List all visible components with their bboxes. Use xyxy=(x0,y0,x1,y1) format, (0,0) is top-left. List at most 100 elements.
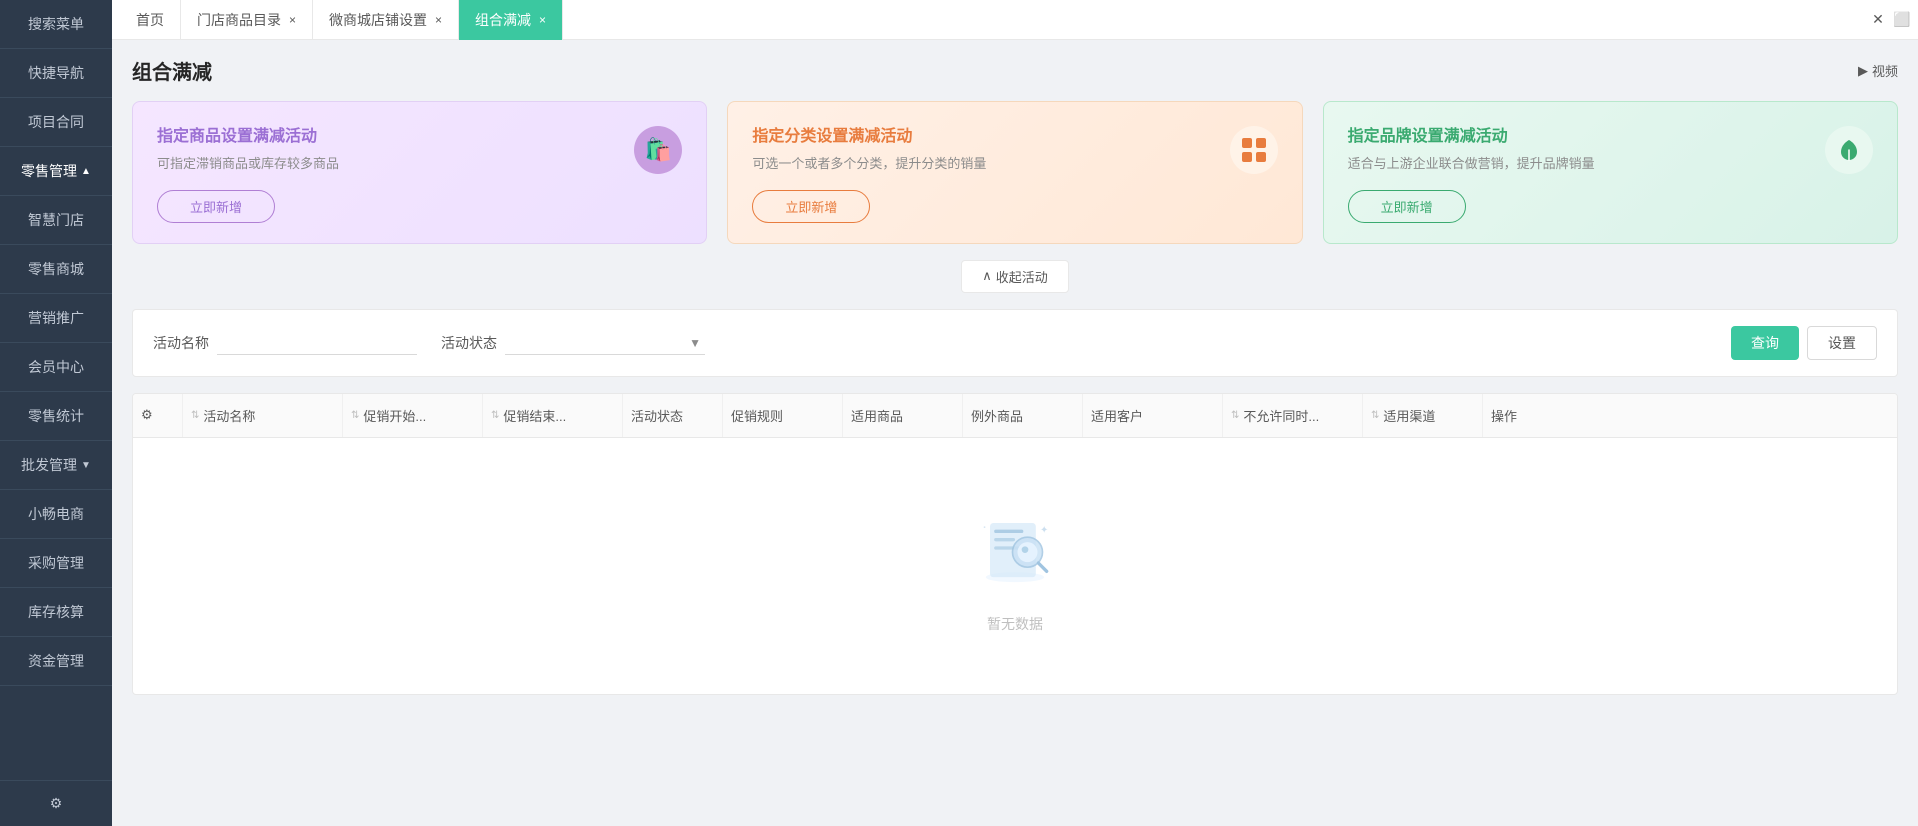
close-button[interactable]: ✕ xyxy=(1870,12,1886,28)
sidebar-item-wholesale-mgmt[interactable]: 批发管理 ▼ xyxy=(0,441,112,490)
th-activity-name-label: 活动名称 xyxy=(203,406,255,425)
th-applicable-customer-label: 适用客户 xyxy=(1091,406,1143,425)
settings-button[interactable]: 设置 xyxy=(1807,326,1877,360)
sidebar-search-label: 搜索菜单 xyxy=(28,16,84,32)
leaf-icon xyxy=(1825,126,1873,174)
empty-state: ✦ • 暂无数据 xyxy=(133,438,1897,694)
product-discount-card: 指定商品设置满减活动 可指定滞销商品或库存较多商品 🛍️ 立即新增 xyxy=(132,101,707,244)
th-excluded-goods-label: 例外商品 xyxy=(971,406,1023,425)
search-bar: 活动名称 活动状态 进行中 已结束 ▼ 查询 设置 xyxy=(132,309,1898,377)
tab-combo-discount-label: 组合满减 xyxy=(475,10,531,30)
th-promo-end: ⇅ 促销结束... xyxy=(483,394,623,437)
th-activity-status-label: 活动状态 xyxy=(631,406,683,425)
video-link[interactable]: ▶ 视频 xyxy=(1858,61,1898,80)
activity-status-label: 活动状态 xyxy=(441,333,497,353)
th-settings[interactable]: ⚙ xyxy=(133,394,183,437)
th-no-concurrent-label: 不允许同时... xyxy=(1243,406,1319,425)
sidebar-item-quick-nav[interactable]: 快捷导航 xyxy=(0,49,112,98)
th-operation-label: 操作 xyxy=(1491,406,1517,425)
tab-home[interactable]: 首页 xyxy=(120,0,181,40)
sidebar-settings-button[interactable]: ⚙ xyxy=(0,780,112,826)
gear-icon: ⚙ xyxy=(141,407,153,423)
shopping-bag-icon: 🛍️ xyxy=(634,126,682,174)
svg-text:✦: ✦ xyxy=(1040,525,1048,536)
tab-product-catalog-label: 门店商品目录 xyxy=(197,10,281,30)
sidebar-item-label: 项目合同 xyxy=(28,112,84,132)
sidebar-item-label: 零售统计 xyxy=(28,406,84,426)
category-discount-desc: 可选一个或者多个分类，提升分类的销量 xyxy=(752,154,1277,174)
sort-icon[interactable]: ⇅ xyxy=(491,410,499,421)
empty-text: 暂无数据 xyxy=(987,614,1043,634)
tab-wechat-shop[interactable]: 微商城店铺设置 × xyxy=(313,0,459,40)
sidebar-item-retail-mgmt[interactable]: 零售管理 ▲ xyxy=(0,147,112,196)
sort-icon[interactable]: ⇅ xyxy=(1231,410,1239,421)
sidebar-item-smart-store[interactable]: 智慧门店 xyxy=(0,196,112,245)
video-label: 视频 xyxy=(1872,61,1898,80)
chevron-down-icon: ▼ xyxy=(81,460,91,471)
sort-icon[interactable]: ⇅ xyxy=(191,410,199,421)
tab-wechat-shop-label: 微商城店铺设置 xyxy=(329,10,427,30)
tab-product-catalog-close[interactable]: × xyxy=(289,13,296,27)
brand-discount-title: 指定品牌设置满减活动 xyxy=(1348,122,1873,146)
activity-status-select-wrapper: 进行中 已结束 ▼ xyxy=(505,330,705,355)
tab-bar-actions: ✕ ⬜ xyxy=(1870,12,1910,28)
sidebar: 搜索菜单 快捷导航 项目合同 零售管理 ▲ 智慧门店 零售商城 营销推广 会员中… xyxy=(0,0,112,826)
th-promo-rule: 促销规则 xyxy=(723,394,843,437)
tab-bar: 首页 门店商品目录 × 微商城店铺设置 × 组合满减 × ✕ ⬜ xyxy=(112,0,1918,40)
activity-name-input[interactable] xyxy=(217,330,417,355)
sidebar-item-inventory[interactable]: 库存核算 xyxy=(0,588,112,637)
sidebar-search[interactable]: 搜索菜单 xyxy=(0,0,112,49)
maximize-button[interactable]: ⬜ xyxy=(1894,12,1910,28)
sidebar-item-member-center[interactable]: 会员中心 xyxy=(0,343,112,392)
sidebar-item-label: 采购管理 xyxy=(28,553,84,573)
sort-icon[interactable]: ⇅ xyxy=(351,410,359,421)
category-discount-card-content: 指定分类设置满减活动 可选一个或者多个分类，提升分类的销量 xyxy=(752,122,1277,190)
chevron-up-icon: ▲ xyxy=(81,166,91,177)
category-icon xyxy=(1230,126,1278,174)
tab-home-label: 首页 xyxy=(136,10,164,30)
th-promo-start-label: 促销开始... xyxy=(363,406,426,425)
search-actions: 查询 设置 xyxy=(1731,326,1877,360)
tab-combo-discount-close[interactable]: × xyxy=(539,13,546,27)
table-container: ⚙ ⇅ 活动名称 ⇅ 促销开始... ⇅ 促销结束... 活动状态 xyxy=(132,393,1898,695)
sidebar-item-label: 营销推广 xyxy=(28,308,84,328)
gear-icon: ⚙ xyxy=(50,795,63,811)
sidebar-item-xiaochang[interactable]: 小畅电商 xyxy=(0,490,112,539)
tab-wechat-shop-close[interactable]: × xyxy=(435,13,442,27)
activity-status-field: 活动状态 进行中 已结束 ▼ xyxy=(441,330,705,355)
sidebar-item-label: 智慧门店 xyxy=(28,210,84,230)
sidebar-item-marketing[interactable]: 营销推广 xyxy=(0,294,112,343)
collapse-button[interactable]: ∧ 收起活动 xyxy=(961,260,1069,293)
category-discount-title: 指定分类设置满减活动 xyxy=(752,122,1277,146)
page-header: 组合满减 ▶ 视频 xyxy=(132,56,1898,85)
sort-icon[interactable]: ⇅ xyxy=(1371,410,1379,421)
sidebar-item-retail-mall[interactable]: 零售商城 xyxy=(0,245,112,294)
sidebar-item-label: 库存核算 xyxy=(28,602,84,622)
query-button[interactable]: 查询 xyxy=(1731,326,1799,360)
main-content: 首页 门店商品目录 × 微商城店铺设置 × 组合满减 × ✕ ⬜ 组合满减 ▶ … xyxy=(112,0,1918,826)
sidebar-item-label: 批发管理 xyxy=(21,455,77,475)
brand-discount-add-button[interactable]: 立即新增 xyxy=(1348,190,1466,223)
collapse-label: 收起活动 xyxy=(996,267,1048,286)
category-discount-add-button[interactable]: 立即新增 xyxy=(752,190,870,223)
brand-discount-card: 指定品牌设置满减活动 适合与上游企业联合做营销，提升品牌销量 立即新增 xyxy=(1323,101,1898,244)
sidebar-item-purchase-mgmt[interactable]: 采购管理 xyxy=(0,539,112,588)
activity-status-select[interactable]: 进行中 已结束 xyxy=(505,330,705,355)
activity-name-field: 活动名称 xyxy=(153,330,417,355)
sidebar-item-finance[interactable]: 资金管理 xyxy=(0,637,112,686)
th-applicable-channel-label: 适用渠道 xyxy=(1383,406,1435,425)
th-operation: 操作 xyxy=(1483,394,1583,437)
sidebar-item-retail-stats[interactable]: 零售统计 xyxy=(0,392,112,441)
th-no-concurrent: ⇅ 不允许同时... xyxy=(1223,394,1363,437)
page-title: 组合满减 xyxy=(132,56,212,85)
product-discount-title: 指定商品设置满减活动 xyxy=(157,122,682,146)
product-discount-add-button[interactable]: 立即新增 xyxy=(157,190,275,223)
tab-combo-discount[interactable]: 组合满减 × xyxy=(459,0,563,40)
sidebar-item-label: 快捷导航 xyxy=(28,63,84,83)
empty-illustration: ✦ • xyxy=(965,498,1065,598)
tab-product-catalog[interactable]: 门店商品目录 × xyxy=(181,0,313,40)
brand-discount-desc: 适合与上游企业联合做营销，提升品牌销量 xyxy=(1348,154,1873,174)
activity-name-label: 活动名称 xyxy=(153,333,209,353)
sidebar-item-project-contract[interactable]: 项目合同 xyxy=(0,98,112,147)
th-applicable-channel: ⇅ 适用渠道 xyxy=(1363,394,1483,437)
